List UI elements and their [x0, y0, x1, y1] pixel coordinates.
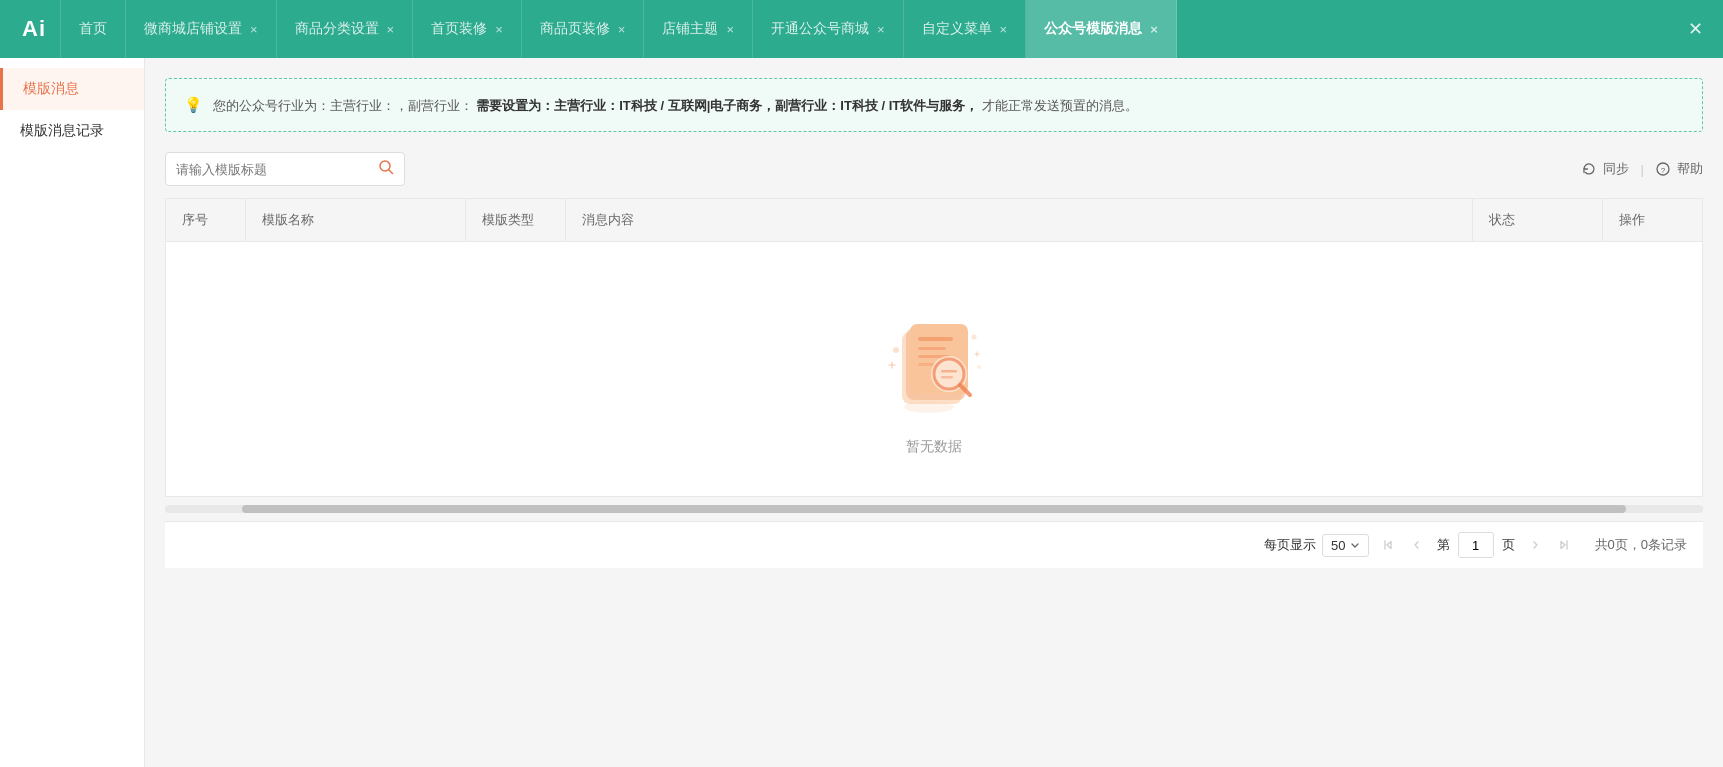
tab-micro-shop-label: 微商城店铺设置: [144, 20, 242, 38]
svg-rect-16: [941, 376, 953, 379]
tab-store-theme-close[interactable]: ×: [726, 22, 734, 37]
tab-open-mall-label: 开通公众号商城: [771, 20, 869, 38]
search-input-wrap: [165, 152, 405, 186]
last-page-icon: [1557, 539, 1569, 551]
page-label-unit: 页: [1502, 536, 1515, 554]
col-status: 状态: [1473, 199, 1603, 242]
next-page-button[interactable]: [1523, 533, 1547, 557]
sidebar-item-template-message[interactable]: 模版消息: [0, 68, 144, 110]
col-content: 消息内容: [566, 199, 1473, 242]
content-area: 💡 您的公众号行业为：主营行业：，副营行业： 需要设置为：主营行业：IT科技 /…: [145, 58, 1723, 767]
help-button[interactable]: ? 帮助: [1656, 160, 1703, 178]
chevron-down-icon: [1350, 540, 1360, 550]
tab-logo: Ai: [8, 0, 61, 58]
tab-homepage-decoration[interactable]: 首页装修 ×: [413, 0, 522, 58]
svg-line-1: [389, 170, 393, 174]
tab-custom-menu-label: 自定义菜单: [922, 20, 992, 38]
main-layout: 模版消息 模版消息记录 💡 您的公众号行业为：主营行业：，副营行业： 需要设置为…: [0, 58, 1723, 767]
col-name: 模版名称: [246, 199, 466, 242]
sync-label: 同步: [1603, 160, 1629, 178]
notice-prefix: 您的公众号行业为：主营行业：，副营行业：: [213, 98, 473, 113]
help-label: 帮助: [1677, 160, 1703, 178]
tab-template-message-label: 公众号模版消息: [1044, 20, 1142, 38]
search-actions: 同步 | ? 帮助: [1582, 160, 1703, 178]
sidebar-item-template-message-label: 模版消息: [23, 80, 79, 96]
tab-open-mall-close[interactable]: ×: [877, 22, 885, 37]
notice-icon: 💡: [184, 96, 203, 113]
data-table: 序号 模版名称 模版类型 消息内容 状态 操作: [165, 198, 1703, 497]
tab-homepage-decoration-label: 首页装修: [431, 20, 487, 38]
page-size-value: 50: [1331, 538, 1345, 553]
prev-page-button[interactable]: [1405, 533, 1429, 557]
svg-rect-8: [918, 337, 953, 341]
col-index: 序号: [166, 199, 246, 242]
toolbar-divider: |: [1641, 162, 1644, 177]
empty-illustration: [874, 302, 994, 422]
empty-text: 暂无数据: [906, 438, 962, 456]
svg-rect-9: [918, 347, 946, 350]
first-page-icon: [1383, 539, 1395, 551]
svg-point-19: [977, 365, 981, 369]
page-size-select: 每页显示 50: [1264, 534, 1368, 557]
search-icon[interactable]: [378, 159, 394, 179]
tab-custom-menu[interactable]: 自定义菜单 ×: [904, 0, 1027, 58]
horizontal-scrollbar[interactable]: [165, 505, 1703, 513]
notice-banner: 💡 您的公众号行业为：主营行业：，副营行业： 需要设置为：主营行业：IT科技 /…: [165, 78, 1703, 132]
tab-product-category-close[interactable]: ×: [387, 22, 395, 37]
tab-store-theme[interactable]: 店铺主题 ×: [644, 0, 753, 58]
tab-home[interactable]: 首页: [61, 0, 126, 58]
tab-product-category-label: 商品分类设置: [295, 20, 379, 38]
total-info: 共0页，0条记录: [1595, 536, 1687, 554]
svg-point-17: [893, 347, 899, 353]
global-close-button[interactable]: ✕: [1676, 18, 1715, 40]
current-page-input[interactable]: [1458, 532, 1494, 558]
tab-custom-menu-close[interactable]: ×: [1000, 22, 1008, 37]
tab-product-category[interactable]: 商品分类设置 ×: [277, 0, 414, 58]
sidebar: 模版消息 模版消息记录: [0, 58, 145, 767]
tab-micro-shop[interactable]: 微商城店铺设置 ×: [126, 0, 277, 58]
tab-open-mall[interactable]: 开通公众号商城 ×: [753, 0, 904, 58]
tab-home-label: 首页: [79, 20, 107, 38]
prev-page-icon: [1411, 539, 1423, 551]
scroll-thumb[interactable]: [242, 505, 1626, 513]
next-page-icon: [1529, 539, 1541, 551]
notice-suffix: 才能正常发送预置的消息。: [982, 98, 1138, 113]
col-type: 模版类型: [466, 199, 566, 242]
page-navigation: 第 页: [1377, 532, 1575, 558]
sidebar-item-template-record-label: 模版消息记录: [20, 122, 104, 138]
search-bar: 同步 | ? 帮助: [165, 152, 1703, 186]
tab-template-message-close[interactable]: ×: [1150, 22, 1158, 37]
col-action: 操作: [1603, 199, 1703, 242]
tab-homepage-decoration-close[interactable]: ×: [495, 22, 503, 37]
svg-text:?: ?: [1661, 166, 1666, 175]
tab-template-message[interactable]: 公众号模版消息 ×: [1026, 0, 1177, 58]
page-label-first: 第: [1437, 536, 1450, 554]
notice-highlight: 需要设置为：主营行业：IT科技 / 互联网|电子商务，副营行业：IT科技 / I…: [476, 98, 978, 113]
first-page-button[interactable]: [1377, 533, 1401, 557]
tab-micro-shop-close[interactable]: ×: [250, 22, 258, 37]
search-input[interactable]: [176, 162, 378, 177]
svg-point-18: [972, 335, 977, 340]
page-size-dropdown[interactable]: 50: [1322, 534, 1368, 557]
tab-product-decoration-label: 商品页装修: [540, 20, 610, 38]
logo-text: Ai: [22, 16, 46, 42]
last-page-button[interactable]: [1551, 533, 1575, 557]
table-header-row: 序号 模版名称 模版类型 消息内容 状态 操作: [166, 199, 1703, 242]
pagination-bar: 每页显示 50: [165, 521, 1703, 568]
page-size-label: 每页显示: [1264, 536, 1316, 554]
tab-bar: Ai 首页 微商城店铺设置 × 商品分类设置 × 首页装修 × 商品页装修 × …: [0, 0, 1723, 58]
empty-state: 暂无数据: [166, 242, 1702, 496]
sidebar-item-template-record[interactable]: 模版消息记录: [0, 110, 144, 152]
tab-store-theme-label: 店铺主题: [662, 20, 718, 38]
tab-product-decoration-close[interactable]: ×: [618, 22, 626, 37]
tab-product-decoration[interactable]: 商品页装修 ×: [522, 0, 645, 58]
svg-rect-15: [941, 370, 957, 373]
sync-button[interactable]: 同步: [1582, 160, 1629, 178]
